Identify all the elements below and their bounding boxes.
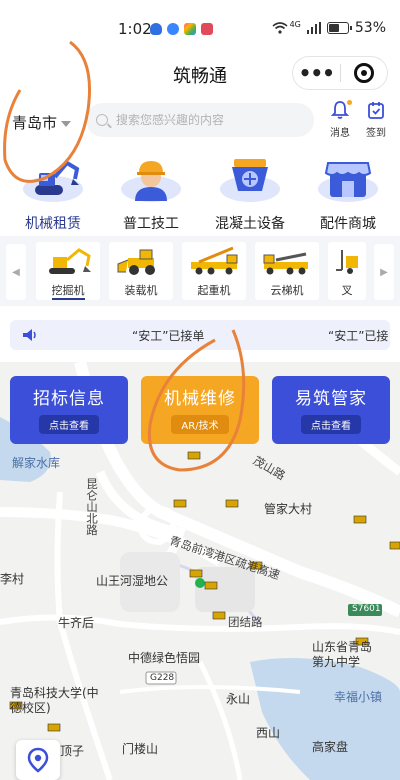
ladder-truck-icon: [260, 246, 314, 276]
scroll-left-button[interactable]: ◀: [6, 244, 26, 300]
map-label: 西山: [256, 726, 281, 740]
signal-icon: [306, 22, 321, 34]
machine-excavator[interactable]: 挖掘机: [36, 242, 100, 300]
machine-label: 起重机: [197, 284, 231, 297]
more-button[interactable]: •••: [293, 58, 340, 88]
map-label: 顶子: [60, 744, 85, 758]
checkin-button[interactable]: 签到: [358, 100, 394, 139]
machine-label: 叉: [341, 284, 353, 297]
category-concrete-equipment[interactable]: 混凝土设备: [200, 155, 300, 233]
highway-badge: G228: [150, 673, 175, 683]
yizhu-manager-card[interactable]: 易筑管家 点击查看: [272, 376, 390, 444]
machine-ladder-truck[interactable]: 云梯机: [255, 242, 319, 300]
bidding-info-card[interactable]: 招标信息 点击查看: [10, 376, 128, 444]
calendar-check-icon: [368, 102, 384, 119]
category-label: 普工技工: [123, 216, 179, 232]
search-icon: [96, 114, 108, 126]
excavator-icon: [41, 246, 95, 276]
machine-loader[interactable]: 装载机: [109, 242, 173, 300]
search-bar[interactable]: [86, 103, 314, 137]
chevron-down-icon: [61, 120, 72, 127]
title-bar: 筑畅通 •••: [0, 56, 400, 92]
excavator-icon: [21, 155, 85, 203]
machine-label: 云梯机: [270, 284, 304, 297]
category-label: 配件商城: [320, 216, 376, 232]
clock: 1:02: [118, 20, 152, 38]
speaker-icon: [23, 329, 36, 341]
concrete-mixer-icon: [218, 155, 282, 203]
map-label: 昆仑山北路: [85, 478, 99, 536]
calendar-app-icon: [201, 23, 213, 35]
card-title: 易筑管家: [295, 389, 367, 409]
notice-item: “安工”已接单: [132, 329, 205, 343]
map-label: 青岛科技大学(中德校区): [10, 686, 99, 715]
city-name: 青岛市: [12, 114, 58, 132]
map-label: 中德绿色悟园: [128, 651, 201, 665]
map-label: 幸福小镇: [334, 690, 383, 704]
battery-percent: 53%: [354, 20, 386, 36]
notice-ticker[interactable]: “安工”已接单 “安工”已接: [10, 320, 390, 350]
app-icon: [167, 23, 179, 35]
shop-icon: [316, 155, 380, 203]
map-label: 门楼山: [122, 742, 159, 756]
category-parts-mall[interactable]: 配件商城: [298, 155, 398, 233]
map-label: 李村: [0, 572, 25, 586]
network-type: 4G: [289, 19, 301, 29]
checkin-label: 签到: [366, 128, 386, 139]
messages-label: 消息: [330, 128, 350, 139]
location-pin-icon: [27, 747, 49, 773]
messages-button[interactable]: 消息: [322, 100, 358, 139]
wifi-icon: [272, 22, 288, 34]
machine-forklift[interactable]: 叉: [328, 242, 366, 300]
machine-label: 装载机: [124, 284, 158, 297]
notice-item: “安工”已接: [328, 329, 389, 343]
close-icon: [353, 63, 374, 83]
card-title: 机械维修: [164, 389, 236, 409]
search-input[interactable]: [116, 113, 306, 127]
map-label: 解家水库: [12, 456, 61, 470]
miniprogram-capsule: •••: [292, 56, 388, 90]
category-label: 机械租赁: [25, 216, 81, 232]
card-title: 招标信息: [33, 389, 105, 409]
map-label: 山王河湿地公: [96, 574, 169, 588]
photos-app-icon: [184, 23, 196, 35]
category-general-workers[interactable]: 普工技工: [101, 155, 201, 233]
loader-icon: [114, 246, 168, 276]
map-label: 山东省青岛第九中学: [312, 640, 373, 669]
map-label: 牛齐后: [58, 616, 95, 630]
highway-badge: S7601: [352, 604, 381, 614]
view-button[interactable]: 点击查看: [301, 415, 361, 434]
machine-crane[interactable]: 起重机: [182, 242, 246, 300]
view-button[interactable]: 点击查看: [39, 415, 99, 434]
category-machinery-rental[interactable]: 机械租赁: [3, 155, 103, 233]
notification-icons: [150, 23, 213, 35]
city-selector[interactable]: 青岛市: [12, 112, 72, 133]
scroll-right-button[interactable]: ▶: [374, 244, 394, 300]
crane-truck-icon: [187, 246, 241, 276]
status-right: 4G 53%: [272, 20, 386, 36]
category-label: 混凝土设备: [215, 216, 285, 232]
machine-label: 挖掘机: [51, 282, 85, 300]
status-bar: 1:02 4G 53%: [0, 0, 400, 56]
category-row: 机械租赁 普工技工 混凝土设备 配件商城: [0, 155, 400, 235]
worker-helmet-icon: [119, 155, 183, 203]
machine-repair-card[interactable]: 机械维修 AR/技术: [141, 376, 259, 444]
ar-tech-button[interactable]: AR/技术: [171, 415, 229, 434]
battery-icon: [326, 22, 352, 34]
map-label: 管家大村: [264, 502, 313, 516]
locate-button[interactable]: [16, 740, 60, 780]
close-button[interactable]: [340, 63, 387, 83]
map-label: 团结路: [228, 615, 263, 629]
forklift-icon: [332, 246, 362, 276]
map-label: 高家盘: [312, 740, 349, 754]
unread-dot: [347, 100, 352, 105]
chevron-left-icon: ◀: [12, 266, 20, 278]
chevron-right-icon: ▶: [380, 266, 388, 278]
machine-type-scroller: ◀ 挖掘机 装载机 起重机 云梯机 叉 ▶: [0, 236, 400, 306]
shield-app-icon: [150, 23, 162, 35]
map-label: 永山: [226, 692, 251, 706]
